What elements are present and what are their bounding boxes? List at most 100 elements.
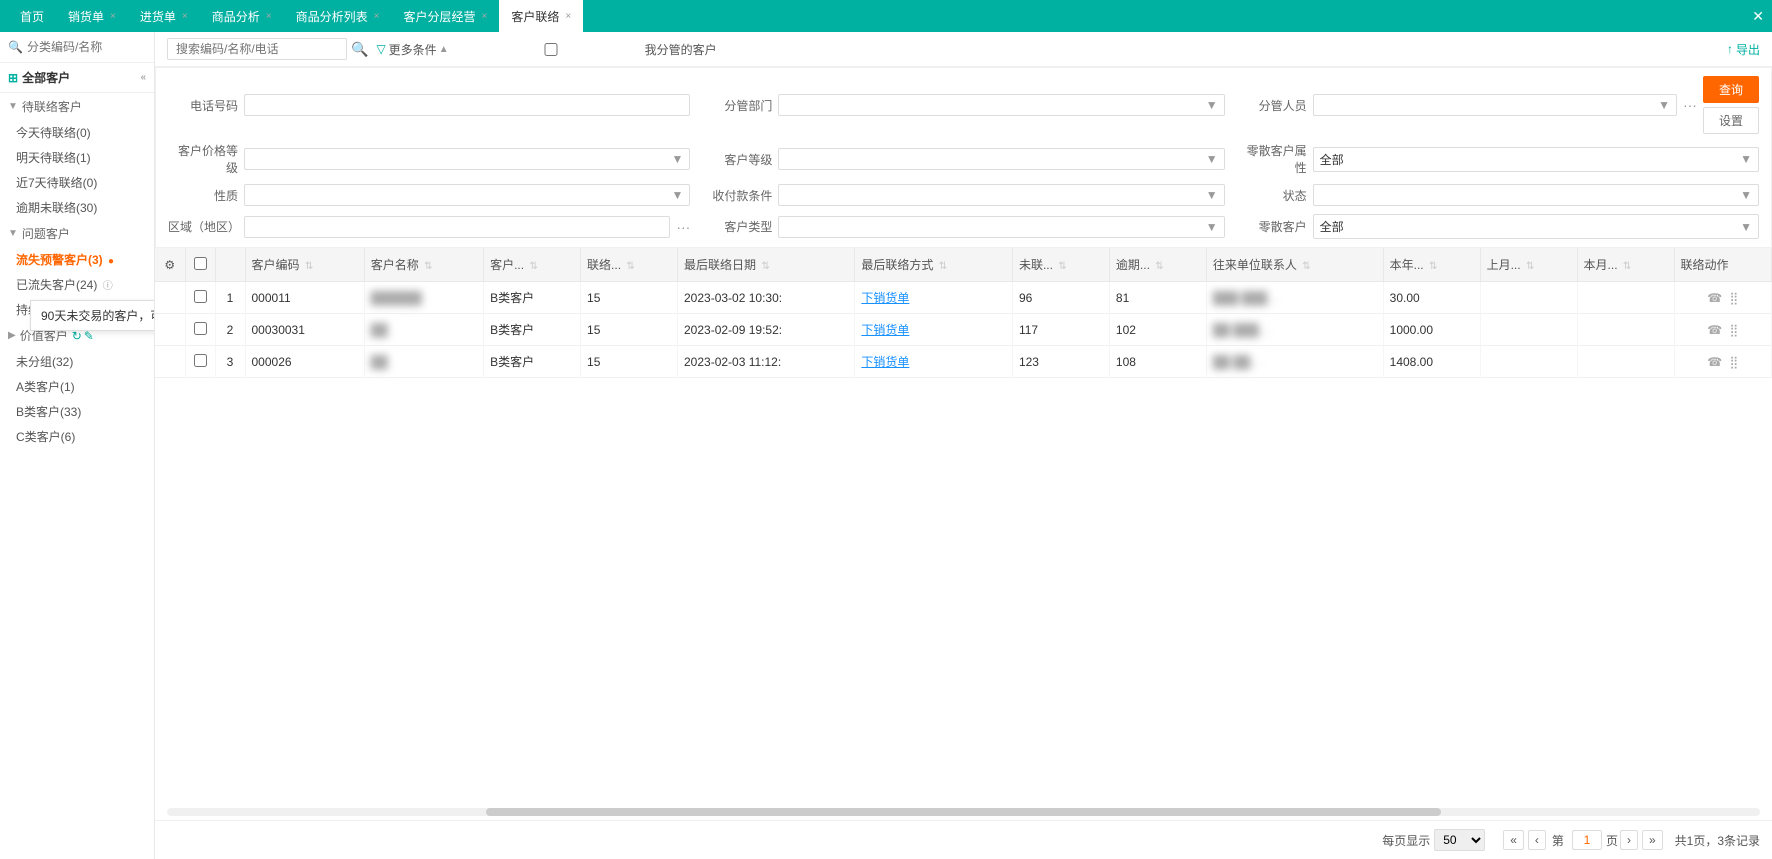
row-settings-btn[interactable]: [155, 282, 185, 314]
row-last-contact-method[interactable]: 下销货单: [855, 282, 1013, 314]
close-tab-product-list[interactable]: ×: [374, 11, 380, 22]
action-phone-icon[interactable]: ☎: [1707, 355, 1722, 369]
tab-product-analysis[interactable]: 商品分析 ×: [200, 0, 284, 32]
th-customer-type[interactable]: 客户... ⇅: [484, 248, 581, 282]
sidebar-item-7days[interactable]: 近7天待联络(0): [0, 170, 154, 195]
action-phone-icon[interactable]: ☎: [1707, 291, 1722, 305]
sidebar-item-ungrouped[interactable]: 未分组(32): [0, 349, 154, 374]
sidebar-item-churned[interactable]: 已流失客户(24) ⓘ: [0, 272, 154, 297]
row-settings-btn[interactable]: [155, 346, 185, 378]
th-customer-name[interactable]: 客户名称 ⇅: [364, 248, 483, 282]
th-settings[interactable]: ⚙: [155, 248, 185, 282]
grid-icon: ⊞: [8, 71, 18, 85]
action-menu-icon[interactable]: ⣿: [1730, 355, 1739, 369]
export-button[interactable]: ↑ 导出: [1727, 41, 1760, 58]
row-customer-type: B类客户: [484, 282, 581, 314]
sidebar-search-input[interactable]: [27, 40, 155, 54]
last-page-btn[interactable]: »: [1642, 830, 1663, 850]
sidebar-collapse-btn[interactable]: «: [140, 72, 146, 83]
search-input[interactable]: [167, 38, 347, 60]
first-page-btn[interactable]: «: [1503, 830, 1524, 850]
filter-status-select[interactable]: ▼: [1313, 184, 1759, 206]
next-page-btn[interactable]: ›: [1620, 830, 1638, 850]
filter-dept-select[interactable]: ▼: [778, 94, 1224, 116]
close-all-btn[interactable]: ✕: [1752, 8, 1764, 25]
select-all-checkbox[interactable]: [194, 257, 207, 270]
sidebar-group-problem[interactable]: ▼ 问题客户: [0, 220, 154, 247]
th-contact[interactable]: 联络... ⇅: [581, 248, 678, 282]
filter-customer-type-select[interactable]: ▼: [778, 216, 1224, 238]
row-checkbox[interactable]: [194, 290, 207, 303]
sidebar-item-a-class[interactable]: A类客户(1): [0, 374, 154, 399]
tab-purchase-order[interactable]: 进货单 ×: [128, 0, 200, 32]
filter-phone-input[interactable]: [244, 94, 690, 116]
row-checkbox[interactable]: [194, 354, 207, 367]
th-last-contact-date[interactable]: 最后联络日期 ⇅: [678, 248, 855, 282]
th-overdue[interactable]: 逾期... ⇅: [1109, 248, 1206, 282]
row-checkbox-cell[interactable]: [185, 346, 215, 378]
th-contact-person[interactable]: 往来单位联系人 ⇅: [1206, 248, 1383, 282]
horizontal-scrollbar[interactable]: [167, 808, 1760, 816]
row-actions[interactable]: ☎ ⣿: [1674, 314, 1772, 346]
sidebar-all-customers[interactable]: ⊞ 全部客户 «: [0, 63, 154, 93]
row-customer-type: B类客户: [484, 346, 581, 378]
sidebar-item-c-class[interactable]: C类客户(6): [0, 424, 154, 449]
tab-customer-tier[interactable]: 客户分层经营 ×: [391, 0, 499, 32]
filter-customer-grade-select[interactable]: ▼: [778, 148, 1224, 170]
th-last-contact-method[interactable]: 最后联络方式 ⇅: [855, 248, 1013, 282]
row-checkbox-cell[interactable]: [185, 282, 215, 314]
action-menu-icon[interactable]: ⣿: [1730, 291, 1739, 305]
dropdown-arrow-icon: ▼: [1206, 98, 1218, 112]
th-this-year[interactable]: 本年... ⇅: [1383, 248, 1480, 282]
sidebar-item-churn-warning[interactable]: 流失预警客户(3) ●: [0, 247, 154, 272]
row-checkbox[interactable]: [194, 322, 207, 335]
scrollbar-thumb[interactable]: [486, 808, 1442, 816]
dropdown-arrow-3-icon: ▼: [1206, 152, 1218, 166]
th-this-month[interactable]: 本月... ⇅: [1577, 248, 1674, 282]
top-nav: 首页 销货单 × 进货单 × 商品分析 × 商品分析列表 × 客户分层经营 × …: [0, 0, 1772, 32]
my-customers-checkbox[interactable]: [461, 43, 641, 56]
filter-person-select[interactable]: ▼: [1313, 94, 1677, 116]
close-tab-customer-tier[interactable]: ×: [481, 11, 487, 22]
search-button[interactable]: 🔍: [351, 41, 368, 58]
action-phone-icon[interactable]: ☎: [1707, 323, 1722, 337]
sidebar-item-tomorrow[interactable]: 明天待联络(1): [0, 145, 154, 170]
filter-retail-select[interactable]: 全部 ▼: [1313, 214, 1759, 239]
sidebar-group-pending[interactable]: ▼ 待联络客户: [0, 93, 154, 120]
prev-page-btn[interactable]: ‹: [1528, 830, 1546, 850]
sidebar-item-overdue[interactable]: 逾期未联络(30): [0, 195, 154, 220]
filter-retail-attr-select[interactable]: 全部 ▼: [1313, 147, 1759, 172]
th-customer-code[interactable]: 客户编码 ⇅: [245, 248, 364, 282]
page-size-select[interactable]: 50 100 200: [1434, 829, 1485, 851]
sidebar-item-b-class[interactable]: B类客户(33): [0, 399, 154, 424]
th-uncontacted[interactable]: 未联... ⇅: [1012, 248, 1109, 282]
row-settings-btn[interactable]: [155, 314, 185, 346]
region-dots-btn[interactable]: ···: [676, 219, 690, 235]
row-checkbox-cell[interactable]: [185, 314, 215, 346]
close-tab-sales[interactable]: ×: [110, 11, 116, 22]
row-actions[interactable]: ☎ ⣿: [1674, 346, 1772, 378]
tab-customer-contact[interactable]: 客户联络 ×: [499, 0, 583, 32]
filter-price-grade-select[interactable]: ▼: [244, 148, 690, 170]
settings-button[interactable]: 设置: [1703, 107, 1759, 134]
action-menu-icon[interactable]: ⣿: [1730, 323, 1739, 337]
more-conditions-btn[interactable]: ▽ 更多条件 ▲: [376, 41, 448, 58]
close-tab-customer-contact[interactable]: ×: [565, 11, 571, 22]
tab-sales-order[interactable]: 销货单 ×: [56, 0, 128, 32]
row-last-contact-method[interactable]: 下销货单: [855, 346, 1013, 378]
filter-nature-select[interactable]: ▼: [244, 184, 690, 206]
close-tab-purchase[interactable]: ×: [182, 11, 188, 22]
close-tab-product-analysis[interactable]: ×: [266, 11, 272, 22]
tab-home[interactable]: 首页: [8, 0, 56, 32]
row-actions[interactable]: ☎ ⣿: [1674, 282, 1772, 314]
filter-payment-select[interactable]: ▼: [778, 184, 1224, 206]
th-last-month[interactable]: 上月... ⇅: [1480, 248, 1577, 282]
person-dots-btn[interactable]: ···: [1683, 97, 1697, 113]
row-last-contact-method[interactable]: 下销货单: [855, 314, 1013, 346]
page-input[interactable]: [1572, 830, 1602, 850]
th-check[interactable]: [185, 248, 215, 282]
tab-product-analysis-list[interactable]: 商品分析列表 ×: [284, 0, 392, 32]
filter-region-input[interactable]: [244, 216, 670, 238]
sidebar-item-today[interactable]: 今天待联络(0): [0, 120, 154, 145]
query-button[interactable]: 查询: [1703, 76, 1759, 103]
